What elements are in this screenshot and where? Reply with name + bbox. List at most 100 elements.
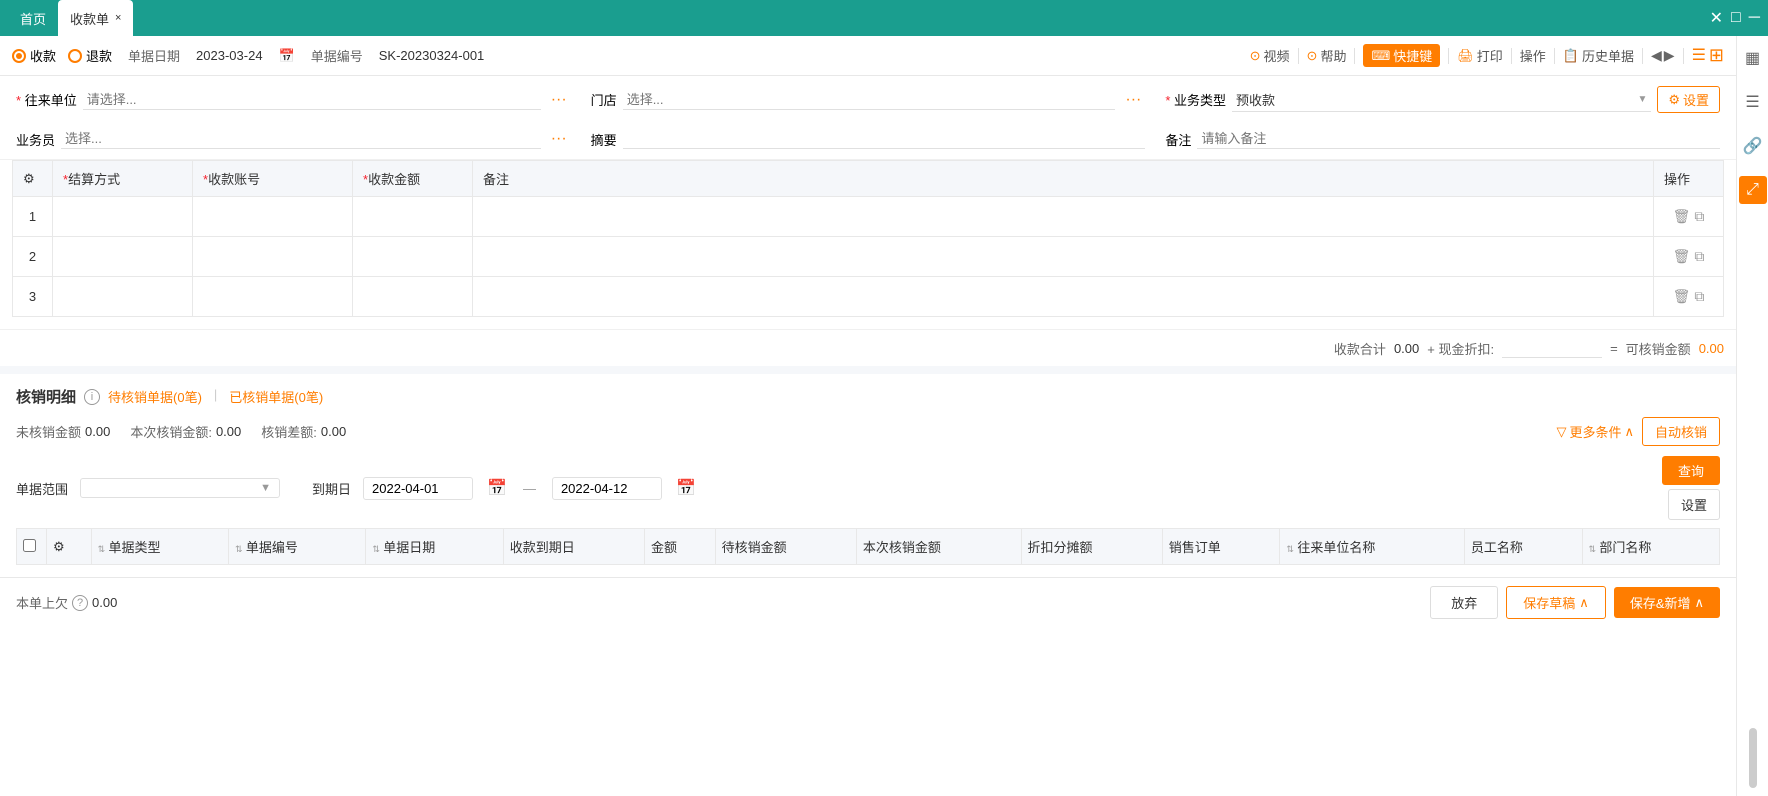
done-tab[interactable]: 已核销单据(0笔) xyxy=(229,387,323,406)
date-from-calendar-icon[interactable]: 📅 xyxy=(487,478,507,498)
print-btn[interactable]: 🖨 打印 xyxy=(1457,46,1503,65)
sidebar-scroll[interactable] xyxy=(1749,728,1757,788)
col-date-header: ⇅ 单据日期 xyxy=(366,529,503,565)
row-2-account[interactable] xyxy=(193,237,353,277)
nav-maximize-icon[interactable]: □ xyxy=(1731,9,1741,27)
row-2-copy-icon[interactable]: ⧉ xyxy=(1694,248,1704,265)
total-label: 收款合计 xyxy=(1334,339,1386,358)
date-to-calendar-icon[interactable]: 📅 xyxy=(676,478,696,498)
row-2-delete-icon[interactable]: 🗑 xyxy=(1673,248,1691,265)
gear-header[interactable]: ⚙ xyxy=(13,161,53,197)
select-all-checkbox[interactable] xyxy=(23,539,36,552)
partner-more-btn[interactable]: ··· xyxy=(547,91,571,109)
form-fields: * 往来单位 ··· 门店 ··· * 业务类型 预收款 ▼ xyxy=(0,76,1736,160)
refund-radio[interactable]: 退款 xyxy=(68,46,112,65)
footer-info-label: 本单上欠 xyxy=(16,593,68,612)
partner-input[interactable] xyxy=(83,90,541,110)
col-type-header: ⇅ 单据类型 xyxy=(91,529,228,565)
filter-icon: ▽ xyxy=(1556,424,1566,440)
row-3-settle[interactable] xyxy=(53,277,193,317)
auto-verify-button[interactable]: 自动核销 xyxy=(1642,417,1720,446)
history-btn[interactable]: 📋 历史单据 xyxy=(1563,46,1634,65)
divider2 xyxy=(1354,48,1355,64)
row-2-settle[interactable] xyxy=(53,237,193,277)
col-staff-header: 员工名称 xyxy=(1464,529,1582,565)
layout-list-icon[interactable]: ☰ xyxy=(1692,45,1706,66)
sidebar-attachment-icon[interactable]: 🔗 xyxy=(1739,132,1767,160)
col-settle-header: *结算方式 xyxy=(53,161,193,197)
discard-button[interactable]: 放弃 xyxy=(1430,586,1498,619)
discount-input[interactable] xyxy=(1502,338,1602,358)
row-1-settle[interactable] xyxy=(53,197,193,237)
footer-info: 本单上欠 ? 0.00 xyxy=(16,593,117,612)
help-btn[interactable]: ⊙ 帮助 xyxy=(1307,46,1347,65)
receipt-radio[interactable]: 收款 xyxy=(12,46,56,65)
checkbox-header[interactable] xyxy=(17,529,47,565)
row-3-amount[interactable] xyxy=(353,277,473,317)
date-to-input[interactable] xyxy=(552,477,662,500)
nav-tab-receipt[interactable]: 收款单 × xyxy=(58,0,133,36)
receipt-radio-dot xyxy=(12,49,26,63)
tab-sep: | xyxy=(214,387,217,406)
print-icon: 🖨 xyxy=(1457,48,1474,64)
date-from-input[interactable] xyxy=(363,477,473,500)
form-header: 收款 退款 单据日期 2023-03-24 📅 单据编号 SK-20230324… xyxy=(0,36,1736,76)
staff-group: 业务员 ··· xyxy=(16,129,571,149)
row-3-delete-icon[interactable]: 🗑 xyxy=(1673,288,1691,305)
operate-btn[interactable]: 操作 xyxy=(1520,46,1546,65)
close-tab-icon[interactable]: × xyxy=(115,12,121,24)
more-conditions-btn[interactable]: ▽ 更多条件 ∧ xyxy=(1556,422,1634,441)
diff-label: 核销差额: xyxy=(261,422,317,441)
footer-bar: 本单上欠 ? 0.00 放弃 保存草稿 ∧ 保存&新增 ∧ xyxy=(0,577,1736,627)
sidebar-list-icon[interactable]: ☰ xyxy=(1739,88,1767,116)
save-draft-button[interactable]: 保存草稿 ∧ xyxy=(1506,586,1606,619)
staff-input[interactable] xyxy=(61,129,541,149)
sidebar-table-icon[interactable]: ▦ xyxy=(1739,44,1767,72)
settings-gear-icon: ⚙ xyxy=(1668,92,1680,108)
remark-input[interactable] xyxy=(1197,129,1720,149)
row-1-remark[interactable] xyxy=(473,197,1654,237)
staff-more-btn[interactable]: ··· xyxy=(547,130,571,148)
row-2-remark[interactable] xyxy=(473,237,1654,277)
nav-actions: ✕ □ ─ xyxy=(1710,8,1760,28)
query-button[interactable]: 查询 xyxy=(1662,456,1720,485)
row-2-amount[interactable] xyxy=(353,237,473,277)
help-icon: ⊙ xyxy=(1307,48,1318,64)
filter-row: 单据范围 ▼ 到期日 📅 — 📅 查询 设置 xyxy=(16,456,1720,520)
nav-minimize-icon[interactable]: ─ xyxy=(1749,9,1760,27)
row-1-account[interactable] xyxy=(193,197,353,237)
row-1-delete-icon[interactable]: 🗑 xyxy=(1673,208,1691,225)
settings-button[interactable]: ⚙ 设置 xyxy=(1657,86,1720,113)
col-gear-header[interactable]: ⚙ xyxy=(47,529,92,565)
sidebar-expand-icon[interactable]: ⤢ xyxy=(1739,176,1767,204)
save-new-button[interactable]: 保存&新增 ∧ xyxy=(1614,587,1720,618)
business-type-group: * 业务类型 预收款 ▼ ⚙ 设置 xyxy=(1165,86,1720,113)
refund-radio-label: 退款 xyxy=(86,46,112,65)
bottom-settings-button[interactable]: 设置 xyxy=(1668,489,1720,520)
calendar-icon[interactable]: 📅 xyxy=(279,48,295,64)
pending-tab[interactable]: 待核销单据(0笔) xyxy=(108,387,202,406)
info-icon[interactable]: i xyxy=(84,389,100,405)
store-more-btn[interactable]: ··· xyxy=(1121,91,1145,109)
nav-tab-home[interactable]: 首页 xyxy=(8,0,58,36)
divider6 xyxy=(1642,48,1643,64)
range-select-dropdown[interactable]: ▼ xyxy=(80,478,280,498)
col-dept-header: ⇅ 部门名称 xyxy=(1582,529,1719,565)
business-type-dropdown[interactable]: 预收款 ▼ xyxy=(1232,88,1651,112)
nav-close-icon[interactable]: ✕ xyxy=(1710,8,1723,28)
col-pending-header: 待核销金额 xyxy=(715,529,856,565)
row-3-remark[interactable] xyxy=(473,277,1654,317)
store-input[interactable] xyxy=(623,90,1116,110)
table-row: 2 🗑 ⧉ xyxy=(13,237,1724,277)
row-3-account[interactable] xyxy=(193,277,353,317)
video-btn[interactable]: ⊙ 视频 xyxy=(1250,46,1290,65)
summary-input[interactable] xyxy=(623,129,1146,149)
row-3-copy-icon[interactable]: ⧉ xyxy=(1694,288,1704,305)
next-arrow[interactable]: ▶ xyxy=(1664,47,1675,64)
row-1-copy-icon[interactable]: ⧉ xyxy=(1694,208,1704,225)
row-1-amount[interactable] xyxy=(353,197,473,237)
layout-grid-icon[interactable]: ⊞ xyxy=(1709,45,1724,66)
footer-info-icon[interactable]: ? xyxy=(72,595,88,611)
shortcut-btn[interactable]: ⌨ 快捷键 xyxy=(1363,44,1440,67)
prev-arrow[interactable]: ◀ xyxy=(1651,47,1662,64)
